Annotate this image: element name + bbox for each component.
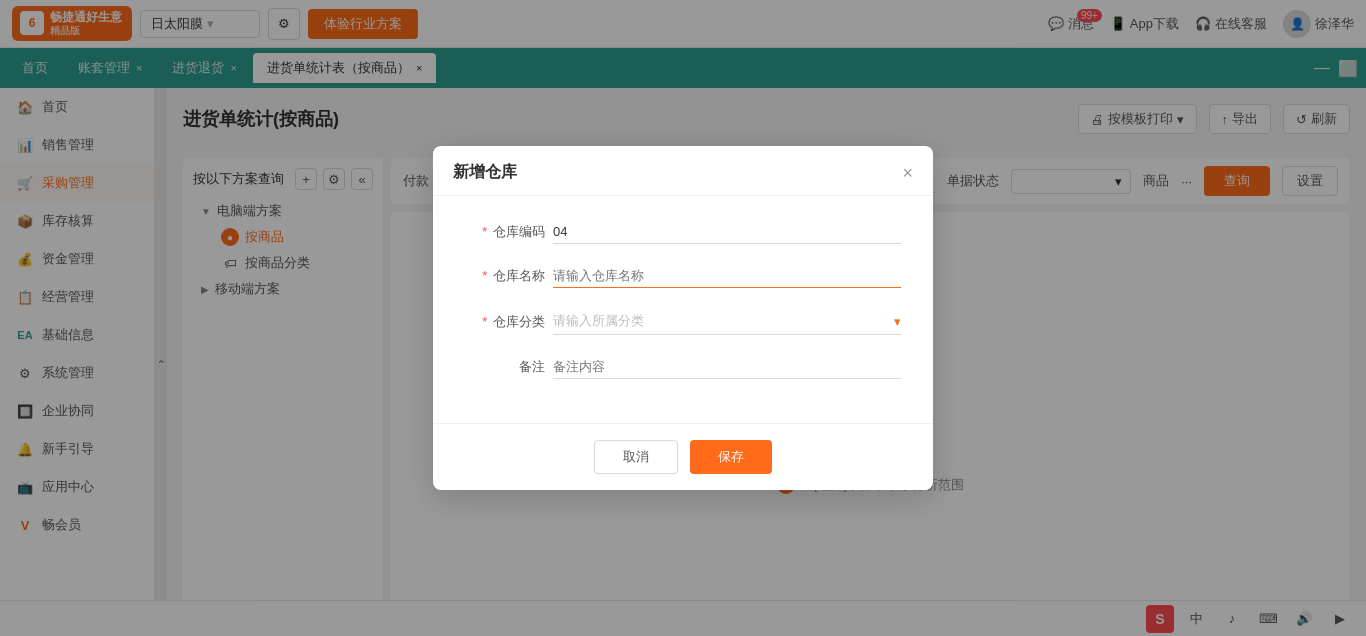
code-input[interactable] xyxy=(553,220,901,244)
category-select[interactable]: 请输入所属分类 ▾ xyxy=(553,308,901,335)
form-row-remark: 备注 xyxy=(465,355,901,379)
dialog-footer: 取消 保存 xyxy=(433,423,933,490)
category-label: * 仓库分类 xyxy=(465,313,545,331)
remark-label: 备注 xyxy=(465,358,545,376)
new-warehouse-dialog: 新增仓库 × * 仓库编码 * 仓库名称 xyxy=(433,146,933,490)
remark-input[interactable] xyxy=(553,355,901,379)
save-button[interactable]: 保存 xyxy=(690,440,772,474)
dialog-title: 新增仓库 xyxy=(453,162,517,183)
name-input[interactable] xyxy=(553,264,901,288)
dialog-header: 新增仓库 × xyxy=(433,146,933,196)
form-row-name: * 仓库名称 xyxy=(465,264,901,288)
name-label: * 仓库名称 xyxy=(465,267,545,285)
dialog-overlay: 新增仓库 × * 仓库编码 * 仓库名称 xyxy=(0,0,1366,636)
required-star: * xyxy=(482,314,487,329)
code-label: * 仓库编码 xyxy=(465,223,545,241)
chevron-down-icon: ▾ xyxy=(894,314,901,329)
form-row-code: * 仓库编码 xyxy=(465,220,901,244)
cancel-button[interactable]: 取消 xyxy=(594,440,678,474)
required-star: * xyxy=(482,268,487,283)
required-star: * xyxy=(482,224,487,239)
dialog-body: * 仓库编码 * 仓库名称 * 仓库分类 请输入所属 xyxy=(433,196,933,423)
dialog-close-button[interactable]: × xyxy=(902,164,913,182)
form-row-category: * 仓库分类 请输入所属分类 ▾ xyxy=(465,308,901,335)
category-placeholder: 请输入所属分类 xyxy=(553,312,644,330)
